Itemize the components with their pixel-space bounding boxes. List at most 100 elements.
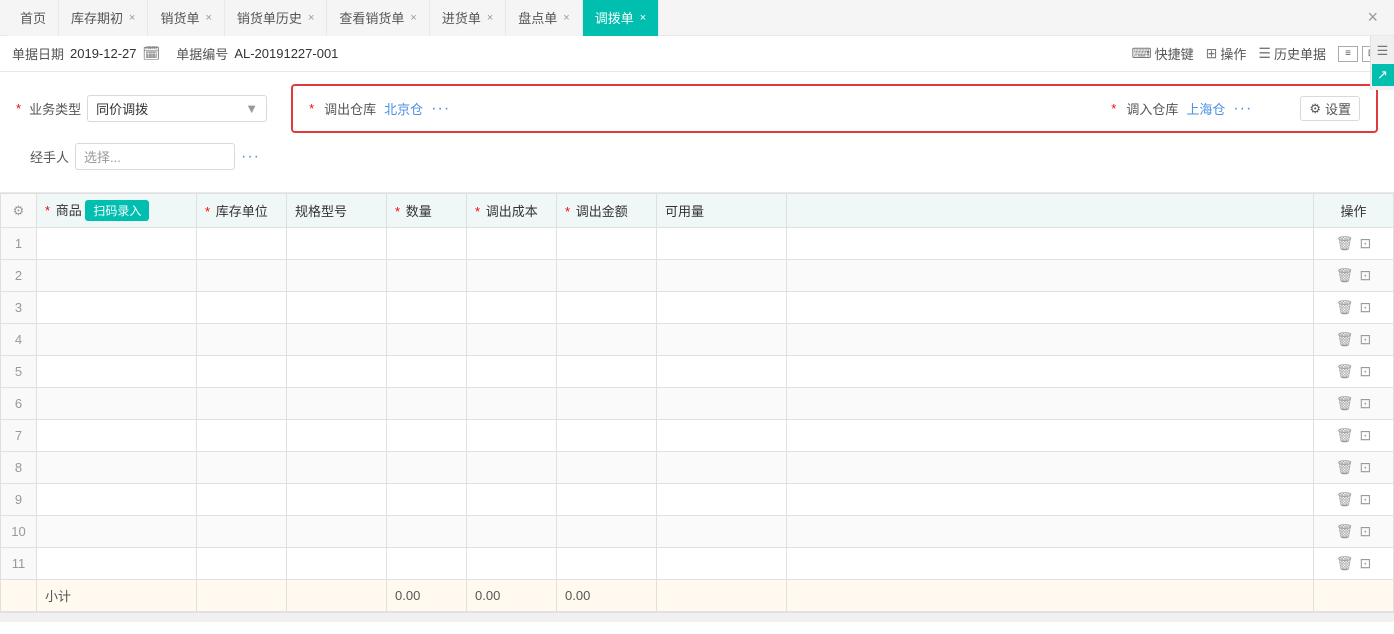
- delete-icon[interactable]: 🗑: [1336, 363, 1354, 380]
- col-spec-header: 规格型号: [287, 194, 387, 228]
- tab-close-transfer[interactable]: ×: [640, 12, 646, 24]
- tab-sales-history[interactable]: 销货单历史 ×: [225, 0, 327, 36]
- delete-icon[interactable]: 🗑: [1336, 555, 1354, 572]
- data-table: ⚙ * 商品 扫码录入 * 库存单位 规格型号 * 数量: [0, 193, 1394, 612]
- copy-icon[interactable]: ⊡: [1360, 555, 1372, 572]
- handler-label: 经手人: [30, 147, 69, 166]
- in-warehouse-more-icon[interactable]: ···: [1233, 100, 1252, 118]
- table-row: 3🗑⊡: [1, 292, 1394, 324]
- settings-icon: ⚙: [13, 203, 25, 218]
- form-row-1: * 业务类型 同价调拨 ▼ * 调出仓库 北京仓 ··· *: [16, 84, 1378, 133]
- table-row: 1🗑⊡: [1, 228, 1394, 260]
- biz-type-dropdown[interactable]: 同价调拨 ▼: [87, 95, 267, 122]
- tab-transfer[interactable]: 调拨单 ×: [583, 0, 659, 36]
- shortcut-icon: ⌨: [1131, 45, 1151, 62]
- horizontal-scrollbar[interactable]: [0, 612, 1394, 622]
- tab-purchase[interactable]: 进货单 ×: [430, 0, 506, 36]
- in-warehouse-label: 调入仓库: [1126, 99, 1178, 118]
- copy-icon[interactable]: ⊡: [1360, 235, 1372, 252]
- date-field-group: 单据日期 2019-12-27 🗓: [12, 44, 160, 63]
- tab-sales-order[interactable]: 销货单 ×: [148, 0, 224, 36]
- table-row: 2🗑⊡: [1, 260, 1394, 292]
- out-warehouse-label: 调出仓库: [324, 99, 376, 118]
- in-warehouse-required: *: [1111, 101, 1116, 116]
- delete-icon[interactable]: 🗑: [1336, 459, 1354, 476]
- delete-icon[interactable]: 🗑: [1336, 491, 1354, 508]
- col-avail-header: 可用量: [657, 194, 787, 228]
- header-actions: ⌨ 快捷键 ⊞ 操作 ☰ 历史单据 ≡ ⊞: [1131, 44, 1382, 63]
- tab-close-sales-history[interactable]: ×: [308, 12, 314, 24]
- copy-icon[interactable]: ⊡: [1360, 427, 1372, 444]
- side-external-btn[interactable]: ↗: [1372, 64, 1394, 86]
- out-warehouse-more-icon[interactable]: ···: [431, 100, 450, 118]
- scan-button[interactable]: 扫码录入: [85, 200, 149, 221]
- tab-stocktake[interactable]: 盘点单 ×: [506, 0, 582, 36]
- copy-icon[interactable]: ⊡: [1360, 363, 1372, 380]
- in-warehouse-value[interactable]: 上海仓: [1186, 99, 1225, 118]
- copy-icon[interactable]: ⊡: [1360, 523, 1372, 540]
- col-qty-header: * 数量: [387, 194, 467, 228]
- table-row: 11🗑⊡: [1, 548, 1394, 580]
- date-value: 2019-12-27: [70, 46, 137, 61]
- delete-icon[interactable]: 🗑: [1336, 299, 1354, 316]
- col-amount-header: * 调出金额: [557, 194, 657, 228]
- form-row-2: 经手人 选择... ···: [16, 143, 1378, 170]
- delete-icon[interactable]: 🗑: [1336, 427, 1354, 444]
- tab-view-sales[interactable]: 查看销货单 ×: [327, 0, 429, 36]
- in-warehouse-field: * 调入仓库 上海仓 ···: [1111, 99, 1252, 118]
- handler-dropdown[interactable]: 选择...: [75, 143, 235, 170]
- table-row: 5🗑⊡: [1, 356, 1394, 388]
- operations-icon: ⊞: [1206, 45, 1218, 62]
- delete-icon[interactable]: 🗑: [1336, 395, 1354, 412]
- copy-icon[interactable]: ⊡: [1360, 491, 1372, 508]
- table-row: 9🗑⊡: [1, 484, 1394, 516]
- window-close-button[interactable]: ×: [1359, 7, 1386, 28]
- out-warehouse-field: * 调出仓库 北京仓 ···: [309, 99, 450, 118]
- form-area: * 业务类型 同价调拨 ▼ * 调出仓库 北京仓 ··· *: [0, 72, 1394, 193]
- handler-more-icon[interactable]: ···: [241, 148, 260, 166]
- out-warehouse-value[interactable]: 北京仓: [384, 99, 423, 118]
- table-container: ⚙ * 商品 扫码录入 * 库存单位 规格型号 * 数量: [0, 193, 1394, 612]
- table-row: 4🗑⊡: [1, 324, 1394, 356]
- tab-close-view-sales[interactable]: ×: [410, 12, 416, 24]
- tab-close-stocktake[interactable]: ×: [563, 12, 569, 24]
- col-settings-header[interactable]: ⚙: [1, 194, 37, 228]
- subtotal-label: 小计: [37, 580, 197, 612]
- delete-icon[interactable]: 🗑: [1336, 267, 1354, 284]
- handler-placeholder: 选择...: [84, 147, 121, 166]
- table-row: 7🗑⊡: [1, 420, 1394, 452]
- side-notes-btn[interactable]: ☰: [1372, 40, 1394, 62]
- subtotal-cost: 0.00: [467, 580, 557, 612]
- delete-icon[interactable]: 🗑: [1336, 523, 1354, 540]
- biz-type-dropdown-arrow: ▼: [245, 101, 258, 116]
- code-field-group: 单据编号 AL-20191227-001: [176, 44, 338, 63]
- history-button[interactable]: ☰ 历史单据: [1258, 44, 1326, 63]
- col-ops-header: 操作: [1314, 194, 1394, 228]
- layout-list-btn[interactable]: ≡: [1338, 46, 1358, 62]
- table-body: 1🗑⊡ 2🗑⊡ 3🗑⊡ 4🗑⊡ 5🗑⊡ 6🗑⊡ 7🗑⊡ 8🗑⊡ 9🗑⊡ 10🗑⊡…: [1, 228, 1394, 612]
- subtotal-qty: 0.00: [387, 580, 467, 612]
- biz-type-required-star: *: [16, 101, 21, 116]
- shortcut-button[interactable]: ⌨ 快捷键: [1131, 44, 1193, 63]
- settings-button[interactable]: ⚙ 设置: [1300, 96, 1360, 121]
- operations-button[interactable]: ⊞ 操作: [1206, 44, 1247, 63]
- copy-icon[interactable]: ⊡: [1360, 299, 1372, 316]
- table-row: 6🗑⊡: [1, 388, 1394, 420]
- copy-icon[interactable]: ⊡: [1360, 395, 1372, 412]
- tab-inventory-init[interactable]: 库存期初 ×: [59, 0, 148, 36]
- copy-icon[interactable]: ⊡: [1360, 331, 1372, 348]
- col-empty-header: [787, 194, 1314, 228]
- tab-close-purchase[interactable]: ×: [487, 12, 493, 24]
- delete-icon[interactable]: 🗑: [1336, 331, 1354, 348]
- col-product-header: * 商品 扫码录入: [37, 194, 197, 228]
- copy-icon[interactable]: ⊡: [1360, 459, 1372, 476]
- gear-icon: ⚙: [1309, 101, 1321, 117]
- calendar-icon[interactable]: 🗓: [143, 45, 161, 62]
- tab-close-sales-order[interactable]: ×: [205, 12, 211, 24]
- handler-field: 经手人 选择... ···: [16, 143, 260, 170]
- copy-icon[interactable]: ⊡: [1360, 267, 1372, 284]
- tab-close-inventory-init[interactable]: ×: [129, 12, 135, 24]
- tab-home[interactable]: 首页: [8, 0, 59, 36]
- code-value: AL-20191227-001: [234, 46, 338, 61]
- delete-icon[interactable]: 🗑: [1336, 235, 1354, 252]
